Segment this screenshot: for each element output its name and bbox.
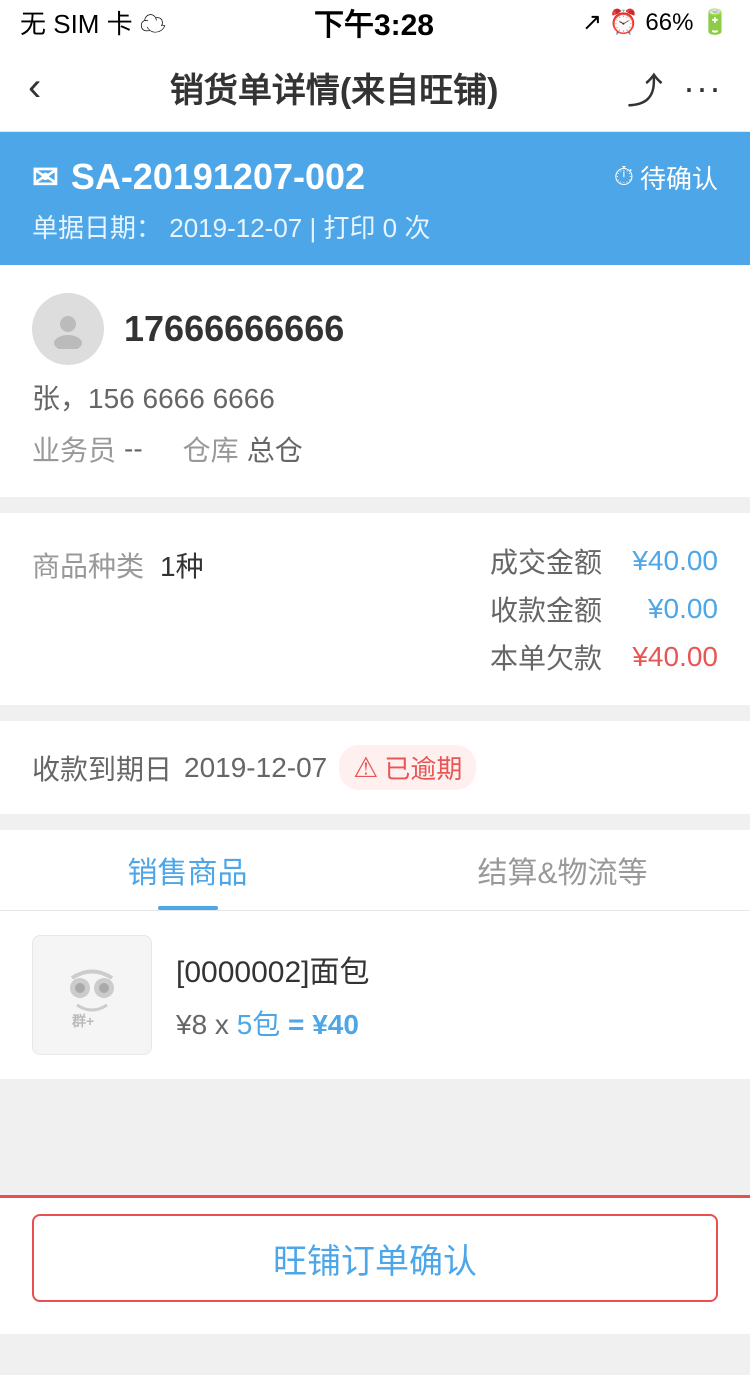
salesman-value: -- bbox=[124, 433, 143, 465]
nav-actions: ⤴ ··· bbox=[627, 62, 722, 114]
type-value: 1种 bbox=[160, 545, 204, 585]
order-id: ✉ SA-20191207-002 bbox=[32, 156, 365, 198]
product-item: 群+ [0000002]面包 ¥8 x 5包 = ¥40 bbox=[32, 935, 718, 1055]
type-label: 商品种类 bbox=[32, 545, 144, 585]
tab-sales-goods[interactable]: 销售商品 bbox=[0, 830, 375, 910]
order-id-row: ✉ SA-20191207-002 ⏱ 待确认 bbox=[32, 156, 718, 198]
product-info: [0000002]面包 ¥8 x 5包 = ¥40 bbox=[176, 947, 718, 1043]
status-clock-icon: ⏱ bbox=[614, 161, 634, 193]
date-label: 单据日期： bbox=[32, 213, 162, 243]
tab-sales-goods-label: 销售商品 bbox=[128, 848, 248, 892]
received-amount-row: 收款金额 ¥0.00 bbox=[490, 589, 718, 629]
qty-text: 5包 bbox=[237, 1009, 281, 1040]
confirm-button-label: 旺铺订单确认 bbox=[273, 1234, 477, 1283]
order-header-card: ✉ SA-20191207-002 ⏱ 待确认 单据日期： 2019-12-07… bbox=[0, 132, 750, 265]
warehouse-item: 仓库 总仓 bbox=[183, 429, 303, 469]
date-value: 2019-12-07 bbox=[169, 213, 302, 243]
amount-summary: 成交金额 ¥40.00 收款金额 ¥0.00 本单欠款 ¥40.00 bbox=[490, 541, 718, 677]
tabs-section: 销售商品 结算&物流等 bbox=[0, 830, 750, 911]
print-text: | 打印 0 次 bbox=[309, 213, 430, 243]
deal-amount-label: 成交金额 bbox=[490, 541, 602, 581]
customer-section: 17666666666 张，156 6666 6666 业务员 -- 仓库 总仓 bbox=[0, 265, 750, 513]
tab-settlement-label: 结算&物流等 bbox=[477, 848, 647, 892]
overdue-icon: ⚠ bbox=[353, 751, 378, 784]
due-date-label: 收款到期日 bbox=[32, 748, 172, 788]
status-text: 待确认 bbox=[640, 159, 718, 196]
salesman-label: 业务员 bbox=[32, 429, 116, 469]
page-title: 销货单详情(来自旺铺) bbox=[170, 63, 499, 112]
customer-top: 17666666666 bbox=[32, 293, 718, 365]
more-button[interactable]: ··· bbox=[683, 67, 722, 109]
owed-amount-value: ¥40.00 bbox=[618, 641, 718, 673]
overdue-text: 已逾期 bbox=[384, 749, 462, 786]
status-bar: 无 SIM 卡 ☁ 下午3:28 ↗ ⏰ 66% 🔋 bbox=[0, 0, 750, 44]
product-section: 群+ [0000002]面包 ¥8 x 5包 = ¥40 bbox=[0, 911, 750, 1095]
order-id-value: SA-20191207-002 bbox=[71, 156, 365, 198]
total-text: = ¥40 bbox=[280, 1009, 359, 1040]
bottom-bar: 旺铺订单确认 bbox=[0, 1195, 750, 1334]
share-button[interactable]: ⤴ bbox=[627, 62, 663, 114]
sim-label: 无 SIM 卡 ☁ bbox=[20, 4, 166, 41]
nav-bar: ‹ 销货单详情(来自旺铺) ⤴ ··· bbox=[0, 44, 750, 132]
owed-amount-row: 本单欠款 ¥40.00 bbox=[490, 637, 718, 677]
product-thumbnail: 群+ bbox=[52, 950, 132, 1040]
svg-text:群+: 群+ bbox=[71, 1013, 94, 1029]
owed-amount-label: 本单欠款 bbox=[490, 637, 602, 677]
status-right: ↗ ⏰ 66% 🔋 bbox=[582, 8, 730, 37]
customer-avatar bbox=[32, 293, 104, 365]
product-name: [0000002]面包 bbox=[176, 947, 718, 991]
due-date-value: 2019-12-07 bbox=[184, 752, 327, 784]
deal-amount-value: ¥40.00 bbox=[618, 545, 718, 577]
summary-section: 商品种类 1种 成交金额 ¥40.00 收款金额 ¥0.00 本单欠款 ¥40.… bbox=[0, 513, 750, 721]
warehouse-value: 总仓 bbox=[247, 429, 303, 469]
customer-phone: 17666666666 bbox=[124, 308, 344, 350]
product-type: 商品种类 1种 bbox=[32, 541, 204, 585]
battery-label: ↗ ⏰ 66% 🔋 bbox=[582, 8, 730, 37]
order-status: ⏱ 待确认 bbox=[614, 159, 718, 196]
order-date-row: 单据日期： 2019-12-07 | 打印 0 次 bbox=[32, 208, 718, 245]
product-image: 群+ bbox=[32, 935, 152, 1055]
order-icon: ✉ bbox=[32, 158, 59, 196]
back-button[interactable]: ‹ bbox=[28, 65, 41, 110]
customer-meta: 业务员 -- 仓库 总仓 bbox=[32, 429, 718, 469]
price-text: ¥8 x bbox=[176, 1009, 237, 1040]
status-left: 无 SIM 卡 ☁ bbox=[20, 4, 166, 41]
due-date-section: 收款到期日 2019-12-07 ⚠ 已逾期 bbox=[0, 721, 750, 830]
status-time: 下午3:28 bbox=[314, 0, 434, 44]
received-amount-label: 收款金额 bbox=[490, 589, 602, 629]
customer-name-phone: 张，156 6666 6666 bbox=[32, 377, 718, 417]
product-price: ¥8 x 5包 = ¥40 bbox=[176, 1003, 718, 1043]
tab-settlement[interactable]: 结算&物流等 bbox=[375, 830, 750, 910]
received-amount-value: ¥0.00 bbox=[618, 593, 718, 625]
overdue-badge: ⚠ 已逾期 bbox=[339, 745, 476, 790]
warehouse-label: 仓库 bbox=[183, 429, 239, 469]
salesman-item: 业务员 -- bbox=[32, 429, 143, 469]
confirm-button[interactable]: 旺铺订单确认 bbox=[32, 1214, 718, 1302]
deal-amount-row: 成交金额 ¥40.00 bbox=[490, 541, 718, 581]
